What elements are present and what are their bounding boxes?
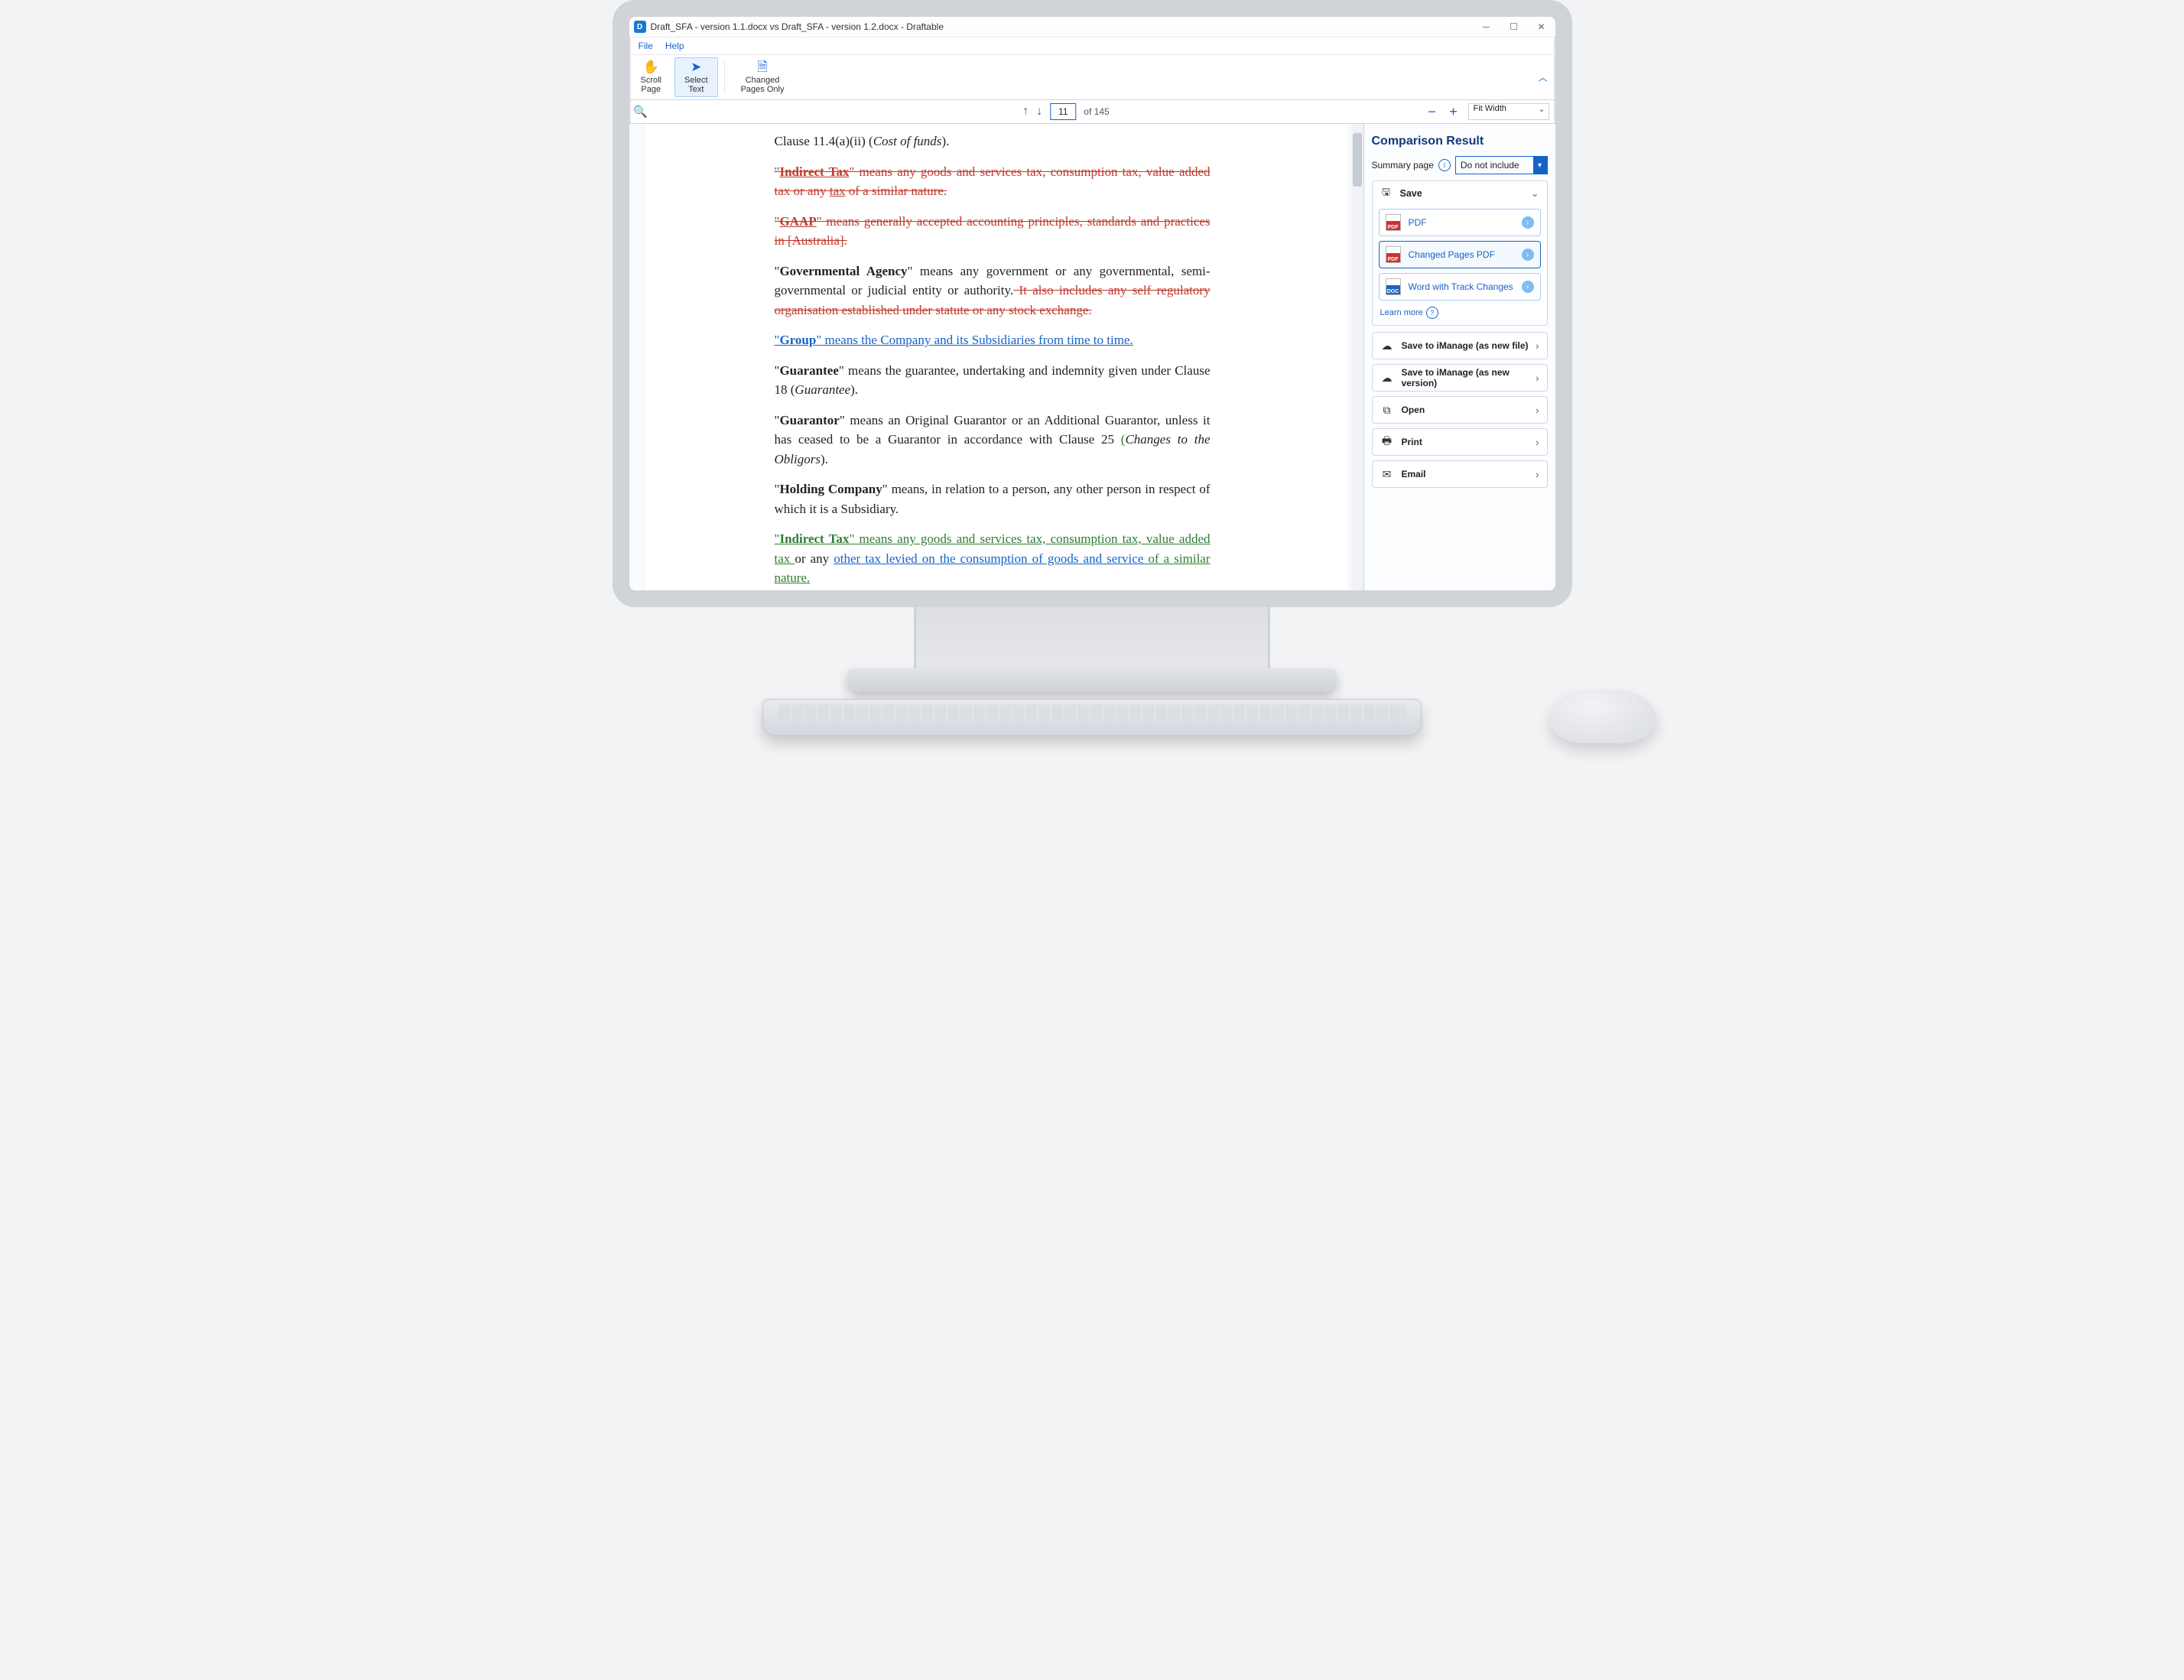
keyboard [762, 699, 1422, 736]
print-button[interactable]: 🖶 Print › [1372, 428, 1548, 456]
chevron-down-icon: ⌄ [1531, 187, 1539, 200]
chevron-right-icon: › [1536, 468, 1539, 480]
print-icon: 🖶 [1380, 433, 1394, 451]
doc-paragraph: "Guarantor" means an Original Guarantor … [775, 411, 1211, 470]
open-icon: ⧉ [1380, 404, 1394, 417]
save-imanage-new-version-label: Save to iManage (as new version) [1402, 367, 1536, 388]
chevron-right-icon: › [1536, 404, 1539, 416]
summary-page-label: Summary page [1372, 160, 1434, 171]
zoom-fit-value: Fit Width [1474, 104, 1506, 113]
document-page: Clause 11.4(a)(ii) (Cost of funds). "Ind… [645, 124, 1348, 590]
menu-bar: File Help [629, 37, 1555, 55]
summary-page-select[interactable]: Do not include ▾ [1455, 156, 1548, 174]
search-icon: 🔍 [633, 105, 648, 119]
doc-paragraph: "Governmental Agency" means any governme… [775, 262, 1211, 320]
save-card-header[interactable]: 🖫 Save ⌄ [1373, 181, 1547, 206]
doc-paragraph: "Holding Company" means, in relation to … [775, 479, 1211, 518]
cloud-upload-icon: ☁ [1380, 372, 1394, 385]
export-pdf-button[interactable]: PDF PDF › [1379, 209, 1541, 236]
save-imanage-new-version-button[interactable]: ☁ Save to iManage (as new version) › [1372, 364, 1548, 392]
ribbon-collapse-button[interactable]: ︿ [1538, 71, 1547, 84]
zoom-fit-select[interactable]: Fit Width [1468, 103, 1549, 120]
monitor-stand-neck [914, 607, 1270, 668]
close-button[interactable]: ✕ [1528, 17, 1555, 37]
doc-paragraph: "Guarantee" means the guarantee, underta… [775, 361, 1211, 400]
document-viewport[interactable]: Clause 11.4(a)(ii) (Cost of funds). "Ind… [629, 124, 1364, 590]
print-label: Print [1402, 437, 1536, 447]
export-changed-pdf-button[interactable]: PDF Changed Pages PDF › [1379, 241, 1541, 268]
doc-paragraph: "Indirect Tax" means any goods and servi… [775, 162, 1211, 201]
minimize-button[interactable]: ─ [1473, 17, 1500, 37]
doc-paragraph: "GAAP" means generally accepted accounti… [775, 212, 1211, 251]
maximize-button[interactable]: ☐ [1500, 17, 1528, 37]
comparison-result-panel: Comparison Result Summary page i Do not … [1364, 124, 1555, 590]
save-card-label: Save [1400, 188, 1531, 199]
zoom-in-button[interactable]: + [1447, 104, 1461, 120]
email-label: Email [1402, 469, 1536, 479]
page-count-label: of 145 [1084, 106, 1109, 117]
go-icon: › [1522, 249, 1534, 261]
save-icon: 🖫 [1380, 185, 1393, 202]
menu-file[interactable]: File [632, 39, 659, 53]
zoom-out-button[interactable]: − [1425, 104, 1439, 120]
monitor-stand-base [847, 668, 1337, 691]
chevron-right-icon: › [1536, 436, 1539, 448]
help-icon: ? [1426, 307, 1438, 319]
title-bar: D Draft_SFA - version 1.1.docx vs Draft_… [629, 17, 1555, 37]
pdf-file-icon: PDF [1386, 246, 1401, 263]
save-card: 🖫 Save ⌄ PDF PDF › PDF Changed Pages PDF… [1372, 180, 1548, 326]
save-imanage-new-file-label: Save to iManage (as new file) [1402, 340, 1536, 351]
summary-page-value: Do not include [1456, 160, 1533, 171]
open-button[interactable]: ⧉ Open › [1372, 396, 1548, 424]
open-label: Open [1402, 405, 1536, 415]
save-imanage-new-file-button[interactable]: ☁ Save to iManage (as new file) › [1372, 332, 1548, 359]
scroll-page-button[interactable]: ✋ Scroll Page [631, 57, 672, 97]
hand-icon: ✋ [643, 60, 659, 73]
window-title: Draft_SFA - version 1.1.docx vs Draft_SF… [651, 21, 944, 32]
search-button[interactable]: 🔍 [629, 100, 652, 123]
dropdown-caret-icon: ▾ [1533, 157, 1547, 174]
pdf-file-icon: PDF [1386, 214, 1401, 231]
export-word-label: Word with Track Changes [1409, 281, 1522, 292]
chevron-right-icon: › [1536, 372, 1539, 384]
doc-paragraph: Clause 11.4(a)(ii) (Cost of funds). [775, 132, 1211, 151]
scrollbar-thumb[interactable] [1353, 133, 1362, 187]
prev-page-button[interactable]: ↑ [1022, 105, 1029, 119]
export-word-button[interactable]: DOC Word with Track Changes › [1379, 273, 1541, 301]
chevron-right-icon: › [1536, 340, 1539, 352]
export-pdf-label: PDF [1409, 217, 1522, 228]
changed-pages-label: Changed Pages Only [741, 76, 785, 94]
doc-paragraph: "Indirect Tax" means any goods and servi… [775, 529, 1211, 588]
go-icon: › [1522, 216, 1534, 229]
menu-help[interactable]: Help [659, 39, 691, 53]
panel-title: Comparison Result [1372, 135, 1548, 148]
mouse [1549, 690, 1656, 743]
select-text-label: Select Text [684, 76, 708, 94]
export-changed-pdf-label: Changed Pages PDF [1409, 249, 1522, 260]
page-number-input[interactable] [1050, 103, 1076, 120]
email-icon: ✉ [1380, 468, 1394, 481]
info-icon[interactable]: i [1438, 159, 1451, 171]
cloud-upload-icon: ☁ [1380, 340, 1394, 353]
changed-pages-button[interactable]: 🗎 Changed Pages Only [731, 57, 795, 97]
app-icon: D [634, 21, 646, 33]
email-button[interactable]: ✉ Email › [1372, 460, 1548, 488]
next-page-button[interactable]: ↓ [1036, 105, 1042, 119]
doc-paragraph: "Group" means the Company and its Subsid… [775, 330, 1211, 350]
ribbon-separator [724, 61, 725, 93]
go-icon: › [1522, 281, 1534, 293]
scroll-page-label: Scroll Page [641, 76, 662, 94]
word-file-icon: DOC [1386, 278, 1401, 295]
cursor-icon: ➤ [691, 60, 701, 73]
select-text-button[interactable]: ➤ Select Text [674, 57, 718, 97]
pages-icon: 🗎 [757, 60, 768, 73]
learn-more-link[interactable]: Learn more ? [1379, 305, 1541, 319]
document-scrollbar[interactable] [1351, 124, 1363, 590]
ribbon: ✋ Scroll Page ➤ Select Text 🗎 Changed Pa… [629, 55, 1555, 100]
sub-toolbar: 🔍 ↑ ↓ of 145 − + Fit Width [629, 100, 1555, 124]
